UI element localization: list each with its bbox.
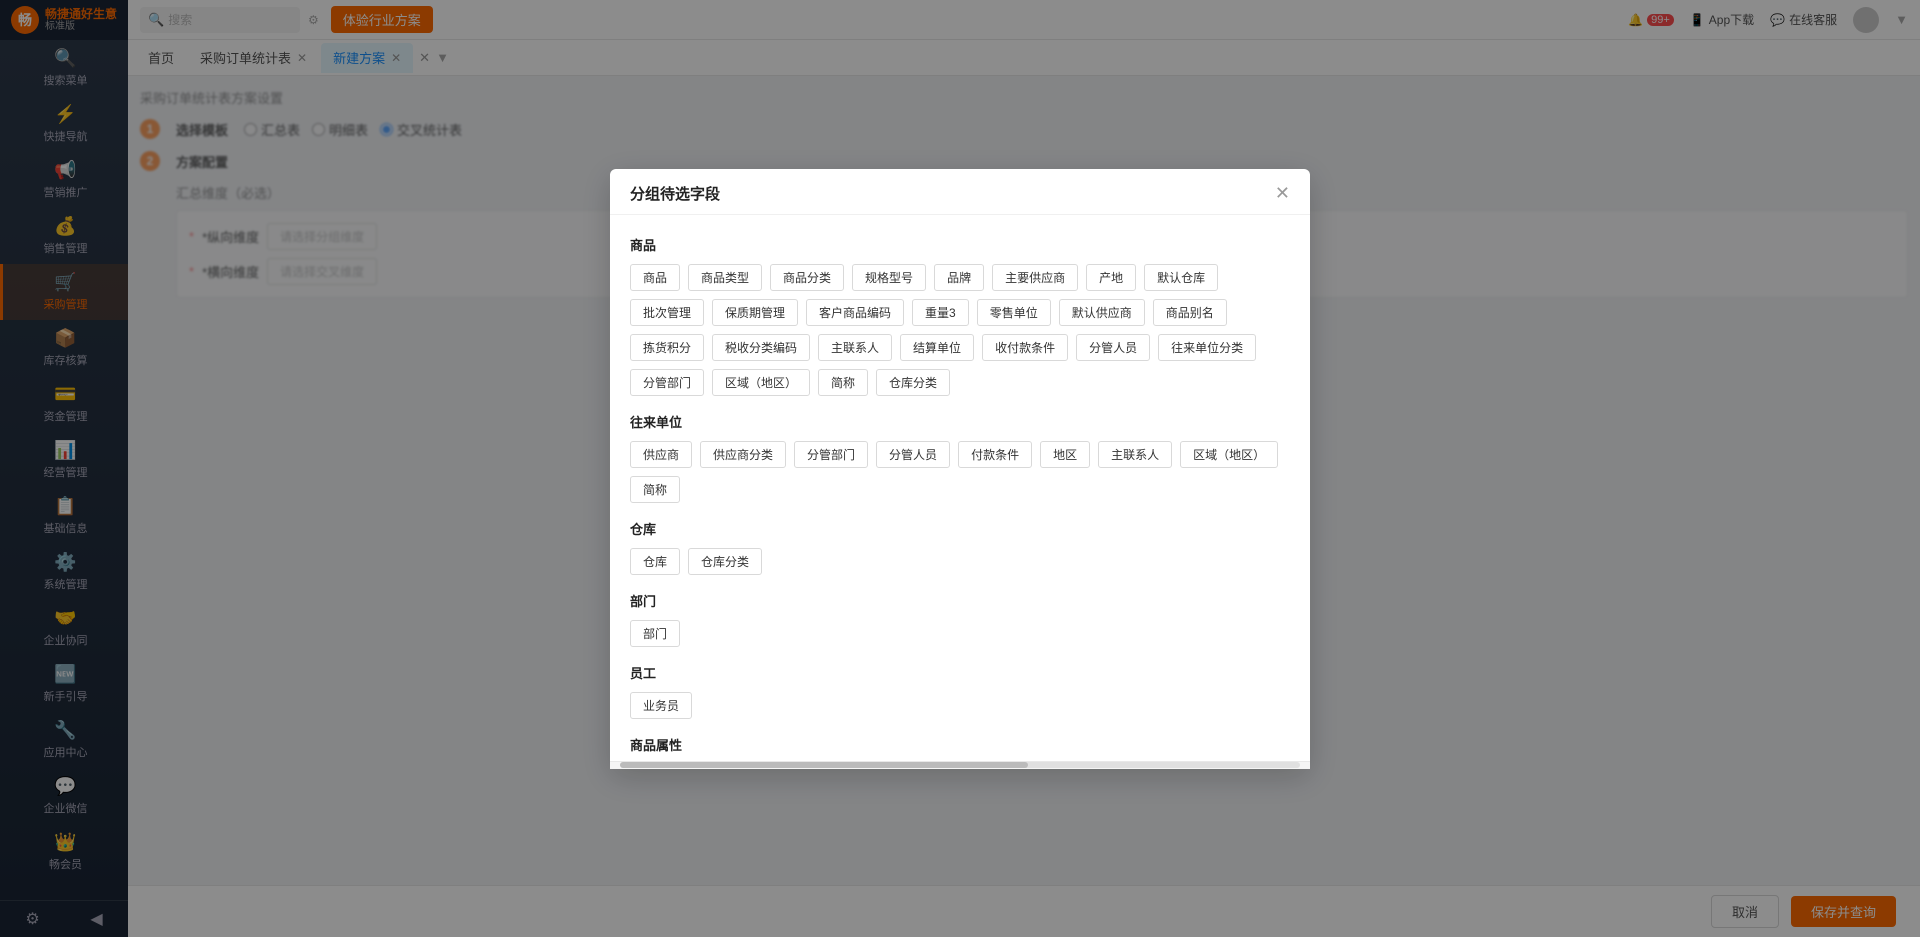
field-tag-0-21[interactable]: 往来单位分类 [1158,334,1256,361]
modal-body: 商品商品商品类型商品分类规格型号品牌主要供应商产地默认仓库批次管理保质期管理客户… [610,215,1310,761]
field-tag-0-2[interactable]: 商品分类 [770,264,844,291]
field-tag-0-20[interactable]: 分管人员 [1076,334,1150,361]
scroll-thumb [620,762,1028,768]
modal-dialog: 分组待选字段 ✕ 商品商品商品类型商品分类规格型号品牌主要供应商产地默认仓库批次… [610,169,1310,769]
modal-overlay: 分组待选字段 ✕ 商品商品商品类型商品分类规格型号品牌主要供应商产地默认仓库批次… [0,0,1920,937]
field-tag-0-9[interactable]: 保质期管理 [712,299,798,326]
field-tag-2-1[interactable]: 仓库分类 [688,548,762,575]
field-tag-0-3[interactable]: 规格型号 [852,264,926,291]
field-grid-3: 部门 [630,620,1290,647]
field-tag-0-6[interactable]: 产地 [1086,264,1136,291]
field-tag-0-17[interactable]: 主联系人 [818,334,892,361]
modal-title: 分组待选字段 [630,183,720,204]
field-tag-1-2[interactable]: 分管部门 [794,441,868,468]
section-title-1: 往来单位 [630,412,1290,431]
field-tag-1-4[interactable]: 付款条件 [958,441,1032,468]
field-grid-1: 供应商供应商分类分管部门分管人员付款条件地区主联系人区域（地区） 简称 [630,441,1290,503]
field-tag-0-23[interactable]: 区域（地区） [712,369,810,396]
field-tag-0-24[interactable]: 简称 [818,369,868,396]
horizontal-scrollbar[interactable] [620,762,1300,768]
field-tag-2-0[interactable]: 仓库 [630,548,680,575]
field-grid-0: 商品商品类型商品分类规格型号品牌主要供应商产地默认仓库批次管理保质期管理客户商品… [630,264,1290,396]
field-tag-0-15[interactable]: 拣货积分 [630,334,704,361]
field-tag-0-0[interactable]: 商品 [630,264,680,291]
field-tag-4-0[interactable]: 业务员 [630,692,692,719]
section-title-0: 商品 [630,235,1290,254]
modal-footer-scrollbar[interactable] [610,761,1310,769]
section-title-2: 仓库 [630,519,1290,538]
field-tag-1-3[interactable]: 分管人员 [876,441,950,468]
field-tag-1-6[interactable]: 主联系人 [1098,441,1172,468]
modal-header: 分组待选字段 ✕ [610,169,1310,215]
field-tag-0-10[interactable]: 客户商品编码 [806,299,904,326]
section-title-3: 部门 [630,591,1290,610]
field-tag-3-0[interactable]: 部门 [630,620,680,647]
field-tag-0-1[interactable]: 商品类型 [688,264,762,291]
field-tag-0-4[interactable]: 品牌 [934,264,984,291]
field-grid-4: 业务员 [630,692,1290,719]
field-tag-1-8[interactable]: 简称 [630,476,680,503]
field-tag-0-14[interactable]: 商品别名 [1153,299,1227,326]
field-tag-0-7[interactable]: 默认仓库 [1144,264,1218,291]
field-tag-0-25[interactable]: 仓库分类 [876,369,950,396]
field-tag-0-5[interactable]: 主要供应商 [992,264,1078,291]
field-tag-0-13[interactable]: 默认供应商 [1059,299,1145,326]
modal-close-btn[interactable]: ✕ [1275,184,1290,202]
field-tag-1-5[interactable]: 地区 [1040,441,1090,468]
section-title-5: 商品属性 [630,735,1290,754]
field-tag-0-12[interactable]: 零售单位 [977,299,1051,326]
field-tag-1-7[interactable]: 区域（地区） [1180,441,1278,468]
field-tag-0-16[interactable]: 税收分类编码 [712,334,810,361]
section-title-4: 员工 [630,663,1290,682]
field-tag-0-22[interactable]: 分管部门 [630,369,704,396]
field-tag-1-1[interactable]: 供应商分类 [700,441,786,468]
field-tag-1-0[interactable]: 供应商 [630,441,692,468]
field-tag-0-18[interactable]: 结算单位 [900,334,974,361]
field-grid-2: 仓库仓库分类 [630,548,1290,575]
field-tag-0-8[interactable]: 批次管理 [630,299,704,326]
field-tag-0-11[interactable]: 重量3 [912,299,969,326]
field-tag-0-19[interactable]: 收付款条件 [982,334,1068,361]
